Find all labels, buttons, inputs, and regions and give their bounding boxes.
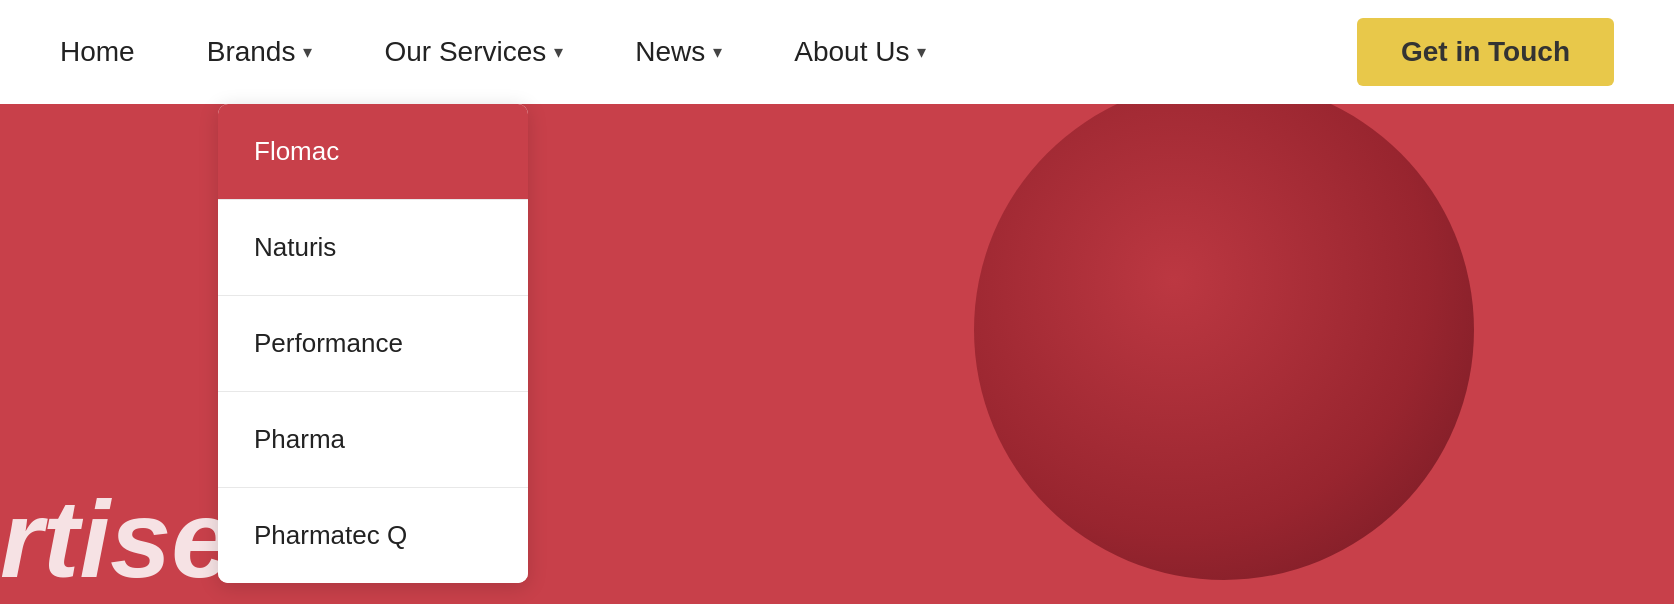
navbar: Home Brands ▾ Our Services ▾ News ▾ Abou… bbox=[0, 0, 1674, 104]
dropdown-item[interactable]: Pharma bbox=[218, 392, 528, 488]
nav-about-us-label: About Us bbox=[794, 36, 909, 68]
nav-brands[interactable]: Brands ▾ bbox=[171, 0, 349, 104]
nav-news-label: News bbox=[635, 36, 705, 68]
nav-our-services[interactable]: Our Services ▾ bbox=[348, 0, 599, 104]
dropdown-item[interactable]: Performance bbox=[218, 296, 528, 392]
chevron-down-icon: ▾ bbox=[554, 41, 563, 63]
nav-our-services-label: Our Services bbox=[384, 36, 546, 68]
nav-about-us[interactable]: About Us ▾ bbox=[758, 0, 962, 104]
nav-home[interactable]: Home bbox=[60, 0, 171, 104]
nav-home-label: Home bbox=[60, 36, 135, 68]
brands-dropdown: FlomacNaturisPerformancePharmaPharmatec … bbox=[218, 104, 528, 583]
hero-text: rtise bbox=[0, 484, 232, 594]
nav-news[interactable]: News ▾ bbox=[599, 0, 758, 104]
dropdown-menu: FlomacNaturisPerformancePharmaPharmatec … bbox=[218, 104, 528, 583]
dropdown-item[interactable]: Pharmatec Q bbox=[218, 488, 528, 583]
nav-brands-label: Brands bbox=[207, 36, 296, 68]
hero-text-content: rtise bbox=[0, 484, 232, 594]
get-in-touch-button[interactable]: Get in Touch bbox=[1357, 18, 1614, 86]
chevron-down-icon: ▾ bbox=[917, 41, 926, 63]
chevron-down-icon: ▾ bbox=[713, 41, 722, 63]
dropdown-item[interactable]: Flomac bbox=[218, 104, 528, 200]
chevron-down-icon: ▾ bbox=[303, 41, 312, 63]
dropdown-item[interactable]: Naturis bbox=[218, 200, 528, 296]
